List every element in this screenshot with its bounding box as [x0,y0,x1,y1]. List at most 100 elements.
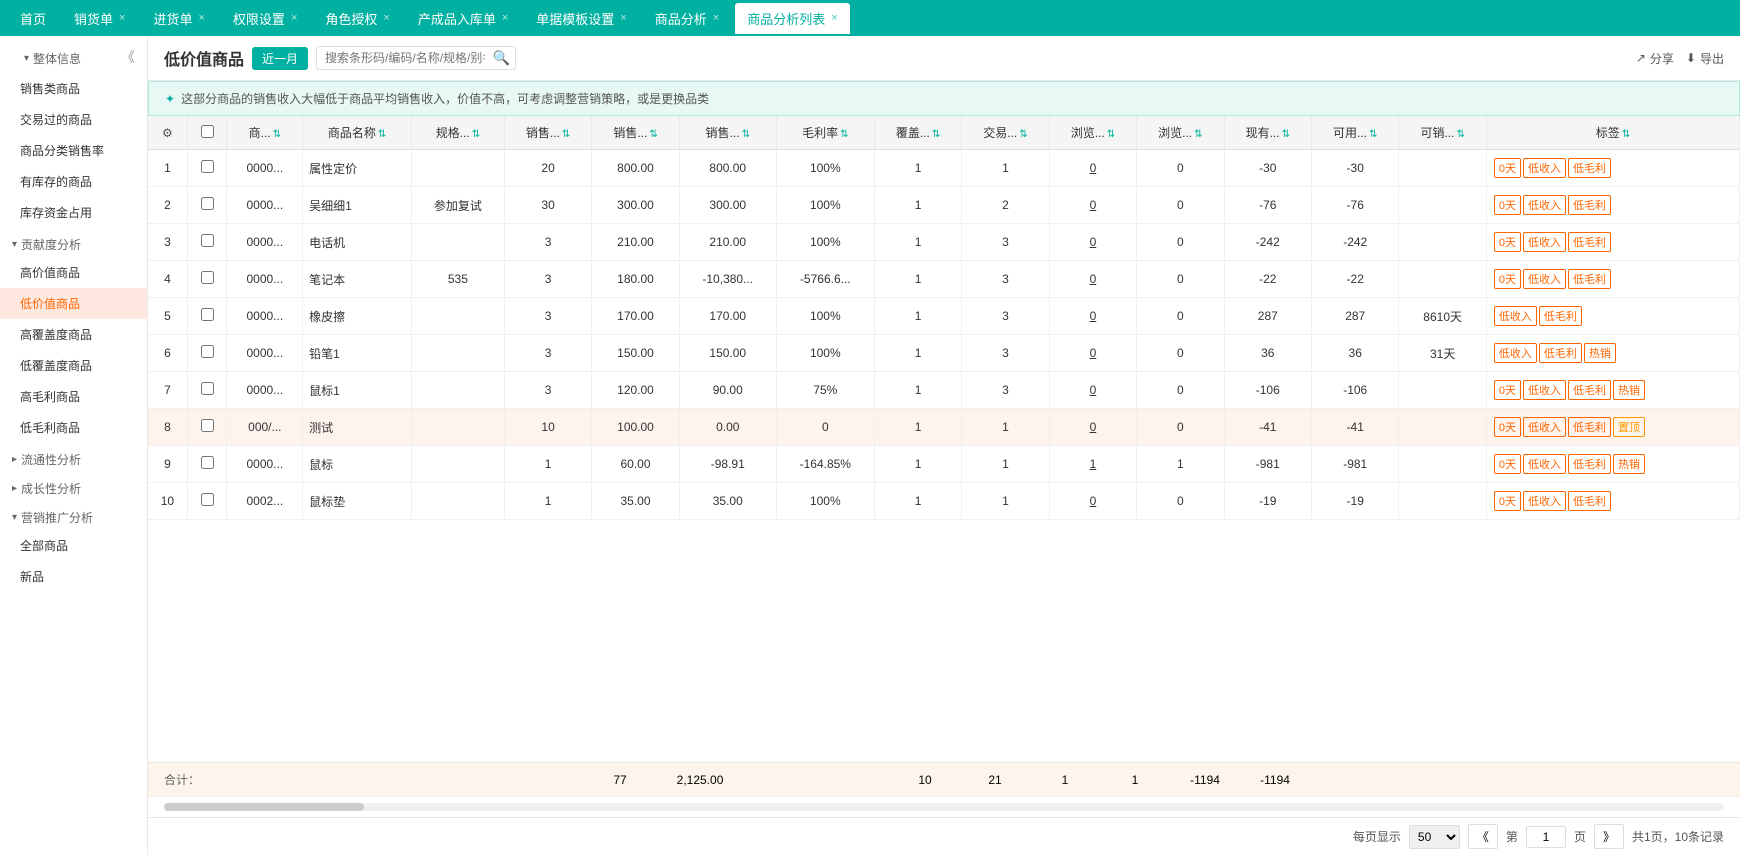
sidebar-section-circulation[interactable]: ▸ 流通性分析 [0,443,147,472]
row-tags: 0天低收入低毛利热销 [1486,372,1739,409]
row-browse1[interactable]: 0 [1049,150,1136,187]
row-select-checkbox[interactable] [201,160,214,173]
nav-tab-analysis[interactable]: 商品分析 × [643,3,731,34]
row-select-checkbox[interactable] [201,197,214,210]
sidebar-item-in-stock[interactable]: 有库存的商品 [0,166,147,197]
sidebar-item-traded[interactable]: 交易过的商品 [0,104,147,135]
row-checkbox[interactable] [187,261,227,298]
row-select-checkbox[interactable] [201,308,214,321]
row-browse1[interactable]: 1 [1049,446,1136,483]
nav-tab-role[interactable]: 角色授权 × [313,3,401,34]
row-select-checkbox[interactable] [201,456,214,469]
row-select-checkbox[interactable] [201,271,214,284]
close-icon[interactable]: × [119,12,125,24]
row-available: 287 [1312,298,1399,335]
close-icon[interactable]: × [198,12,204,24]
row-trade: 2 [962,187,1049,224]
row-available: -41 [1312,409,1399,446]
row-browse1[interactable]: 0 [1049,261,1136,298]
export-button[interactable]: ⬇ 导出 [1686,50,1724,67]
row-margin: 75% [776,372,874,409]
pagination-bar: 每页显示 50 100 《 第 页 》 共1页，10条记录 [148,817,1740,855]
row-checkbox[interactable] [187,298,227,335]
nav-tab-product[interactable]: 产成品入库单 × [406,3,520,34]
total-info: 共1页，10条记录 [1632,828,1724,845]
sidebar-item-all-products[interactable]: 全部商品 [0,530,147,561]
row-checkbox[interactable] [187,150,227,187]
sidebar-item-low-value[interactable]: 低价值商品 [0,288,147,319]
prev-page-button[interactable]: 《 [1468,824,1498,849]
row-checkbox[interactable] [187,224,227,261]
next-page-button[interactable]: 》 [1594,824,1624,849]
row-browse1[interactable]: 0 [1049,335,1136,372]
row-select-checkbox[interactable] [201,382,214,395]
tag-badge: 低收入 [1523,158,1566,178]
row-checkbox[interactable] [187,409,227,446]
row-sales1: 1 [504,483,591,520]
close-icon[interactable]: × [831,12,837,24]
tag-badge: 低毛利 [1568,491,1611,511]
row-browse1[interactable]: 0 [1049,298,1136,335]
row-name: 鼠标垫 [303,483,412,520]
row-browse1[interactable]: 0 [1049,409,1136,446]
nav-tab-permission[interactable]: 权限设置 × [221,3,309,34]
share-button[interactable]: ↗ 分享 [1636,50,1674,67]
sidebar-item-sales-products[interactable]: 销售类商品 [0,73,147,104]
close-icon[interactable]: × [620,12,626,24]
sidebar-item-high-profit[interactable]: 高毛利商品 [0,381,147,412]
sidebar-item-low-coverage[interactable]: 低覆盖度商品 [0,350,147,381]
row-checkbox[interactable] [187,483,227,520]
per-page-select[interactable]: 50 100 [1409,825,1460,849]
close-icon[interactable]: × [502,12,508,24]
page-number-input[interactable] [1526,826,1566,848]
col-settings[interactable]: ⚙ [148,116,187,150]
row-checkbox[interactable] [187,335,227,372]
sidebar-item-inventory-capital[interactable]: 库存资金占用 [0,197,147,228]
row-checkbox[interactable] [187,372,227,409]
row-browse1[interactable]: 0 [1049,483,1136,520]
close-icon[interactable]: × [713,12,719,24]
row-sales1: 1 [504,446,591,483]
sidebar-item-high-coverage[interactable]: 高覆盖度商品 [0,319,147,350]
sidebar-item-low-profit[interactable]: 低毛利商品 [0,412,147,443]
table-row: 2 0000... 吴细细1 参加复试 30 300.00 300.00 100… [148,187,1740,224]
nav-tab-purchase[interactable]: 进货单 × [141,3,216,34]
row-browse2: 0 [1137,372,1224,409]
row-browse2: 0 [1137,150,1224,187]
content-header: 低价值商品 近一月 🔍 ↗ 分享 ⬇ 导出 [148,36,1740,81]
sidebar-section-growth[interactable]: ▸ 成长性分析 [0,472,147,501]
tag-badge: 低毛利 [1568,269,1611,289]
row-sales3: 800.00 [679,150,776,187]
row-sales2: 35.00 [592,483,679,520]
row-checkbox[interactable] [187,446,227,483]
day-tag: 0天 [1494,491,1521,511]
row-browse2: 0 [1137,298,1224,335]
search-input[interactable] [316,46,516,70]
nav-tab-home[interactable]: 首页 [8,3,58,34]
row-select-checkbox[interactable] [201,493,214,506]
row-browse2: 1 [1137,446,1224,483]
period-button[interactable]: 近一月 [252,47,308,70]
sidebar-item-new-products[interactable]: 新品 [0,561,147,592]
nav-tab-analysis-list[interactable]: 商品分析列表 × [735,3,849,34]
close-icon[interactable]: × [291,12,297,24]
table-footer: 合计： 77 2,125.00 10 21 1 1 -1194 -1 [148,762,1740,796]
row-browse1[interactable]: 0 [1049,224,1136,261]
nav-tab-template[interactable]: 单据模板设置 × [524,3,638,34]
close-icon[interactable]: × [383,12,389,24]
row-select-checkbox[interactable] [201,419,214,432]
row-select-checkbox[interactable] [201,234,214,247]
row-current: -22 [1224,261,1311,298]
row-checkbox[interactable] [187,187,227,224]
row-browse1[interactable]: 0 [1049,187,1136,224]
select-all-checkbox[interactable] [201,125,214,138]
tag-badge: 低收入 [1494,306,1537,326]
sidebar-collapse-btn[interactable]: 《 [115,45,141,69]
sidebar-item-category-rate[interactable]: 商品分类销售率 [0,135,147,166]
row-saleable [1399,483,1486,520]
row-browse1[interactable]: 0 [1049,372,1136,409]
sidebar-item-high-value[interactable]: 高价值商品 [0,257,147,288]
nav-tab-sales[interactable]: 销货单 × [62,3,137,34]
search-icon[interactable]: 🔍 [493,50,510,67]
row-select-checkbox[interactable] [201,345,214,358]
